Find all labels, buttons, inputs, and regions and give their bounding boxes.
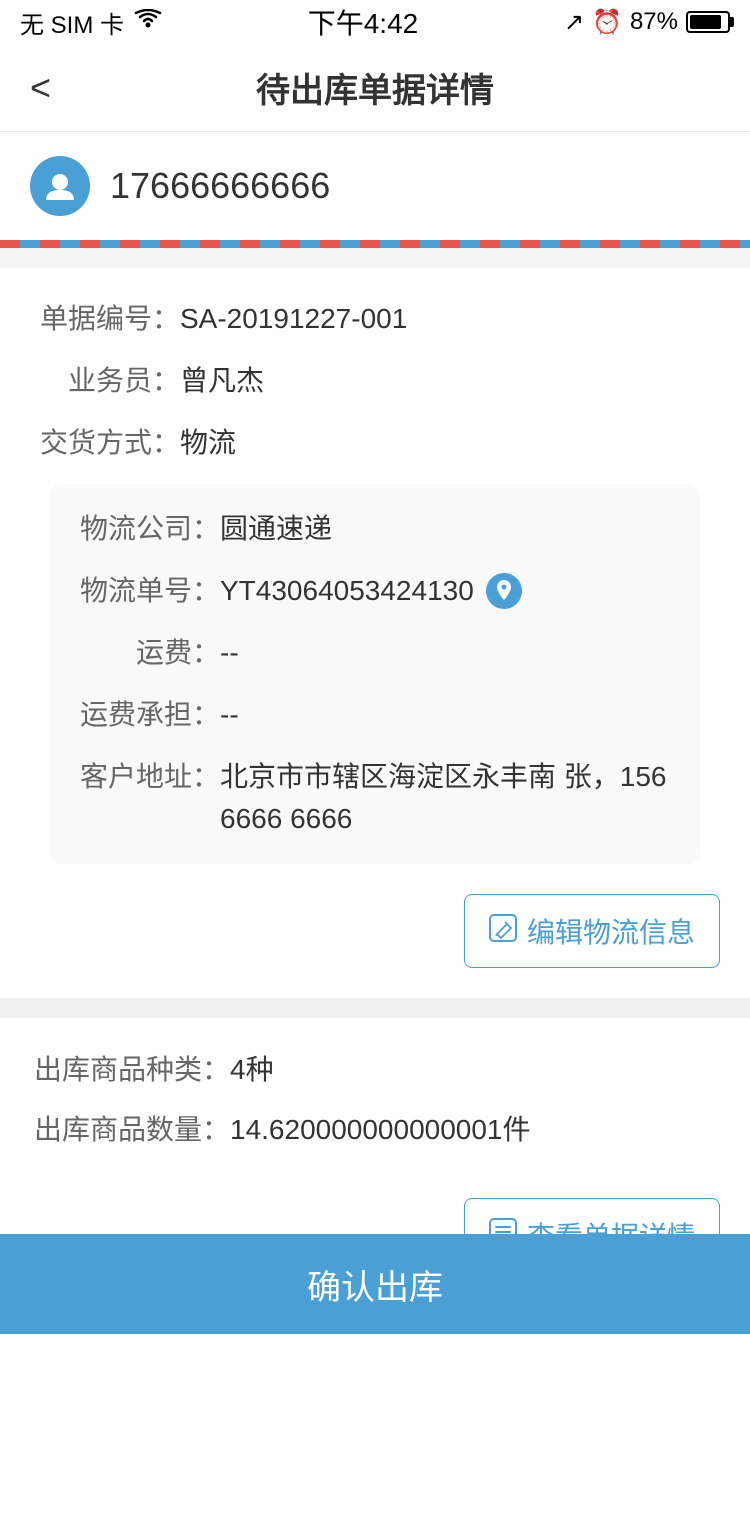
freight-value: -- — [220, 632, 680, 674]
delivery-method-label: 交货方式： — [30, 422, 180, 464]
address-value: 北京市市辖区海淀区永丰南 张，156 6666 6666 — [220, 756, 680, 840]
address-row: 客户地址： 北京市市辖区海淀区永丰南 张，156 6666 6666 — [70, 756, 680, 840]
edit-btn-row: 编辑物流信息 — [30, 884, 720, 968]
goods-quantity-value: 14.620000000000001件 — [230, 1108, 531, 1148]
freight-bearer-label: 运费承担： — [70, 694, 220, 736]
battery-percentage: 87% — [630, 8, 678, 36]
goods-types-value: 4种 — [230, 1048, 274, 1088]
wifi-icon — [134, 8, 162, 36]
nav-bar: < 待出库单据详情 — [0, 44, 750, 132]
order-number-label: 单据编号： — [30, 298, 180, 340]
delivery-method-row: 交货方式： 物流 — [30, 422, 720, 464]
edit-logistics-label: 编辑物流信息 — [527, 911, 695, 951]
white-area — [0, 1312, 750, 1532]
order-number-row: 单据编号： SA-20191227-001 — [30, 298, 720, 340]
status-bar: 无 SIM 卡 下午4:42 ↗ ⏰ 87% — [0, 0, 750, 44]
freight-bearer-row: 运费承担： -- — [70, 694, 680, 736]
confirm-outbound-button[interactable]: 确认出库 — [0, 1234, 750, 1334]
alarm-icon: ⏰ — [592, 8, 622, 37]
order-info-section: 单据编号： SA-20191227-001 业务员： 曾凡杰 交货方式： 物流 … — [0, 268, 750, 998]
freight-bearer-value: -- — [220, 694, 680, 736]
bottom-container: 确认出库 — [0, 1234, 750, 1334]
sales-person-value: 曾凡杰 — [180, 360, 720, 402]
dashed-divider — [0, 240, 750, 248]
sales-person-row: 业务员： 曾凡杰 — [30, 360, 720, 402]
logistics-company-row: 物流公司： 圆通速递 — [70, 508, 680, 550]
address-label: 客户地址： — [70, 756, 220, 798]
sales-person-label: 业务员： — [30, 360, 180, 402]
tracking-label: 物流单号： — [70, 570, 220, 612]
goods-types-label: 出库商品种类： — [30, 1048, 230, 1088]
customer-header: 17666666666 — [0, 132, 750, 240]
back-button[interactable]: < — [30, 67, 51, 109]
logistics-company-label: 物流公司： — [70, 508, 220, 550]
battery-icon — [686, 11, 730, 33]
goods-quantity-label: 出库商品数量： — [30, 1108, 230, 1148]
status-left: 无 SIM 卡 — [20, 5, 162, 40]
avatar — [30, 156, 90, 216]
logistics-company-value: 圆通速递 — [220, 508, 680, 550]
tracking-row: 物流单号： YT43064053424130 — [70, 570, 680, 612]
delivery-method-value: 物流 — [180, 422, 720, 464]
tracking-location-icon[interactable] — [486, 573, 522, 609]
edit-logistics-button[interactable]: 编辑物流信息 — [464, 894, 720, 968]
status-right: ↗ ⏰ 87% — [564, 8, 730, 37]
goods-quantity-row: 出库商品数量： 14.620000000000001件 — [30, 1108, 720, 1148]
location-status-icon: ↗ — [564, 8, 584, 37]
freight-row: 运费： -- — [70, 632, 680, 674]
goods-types-row: 出库商品种类： 4种 — [30, 1048, 720, 1088]
status-time: 下午4:42 — [308, 2, 419, 42]
logistics-card: 物流公司： 圆通速递 物流单号： YT43064053424130 运费： --… — [50, 484, 700, 864]
tracking-value: YT43064053424130 — [220, 570, 680, 612]
freight-label: 运费： — [70, 632, 220, 674]
page-title: 待出库单据详情 — [256, 63, 494, 112]
edit-icon — [489, 914, 517, 949]
goods-section: 出库商品种类： 4种 出库商品数量： 14.620000000000001件 — [0, 1018, 750, 1178]
customer-phone: 17666666666 — [110, 165, 330, 207]
order-number-value: SA-20191227-001 — [180, 298, 720, 340]
section-separator-1 — [0, 998, 750, 1018]
carrier-label: 无 SIM 卡 — [20, 5, 124, 40]
